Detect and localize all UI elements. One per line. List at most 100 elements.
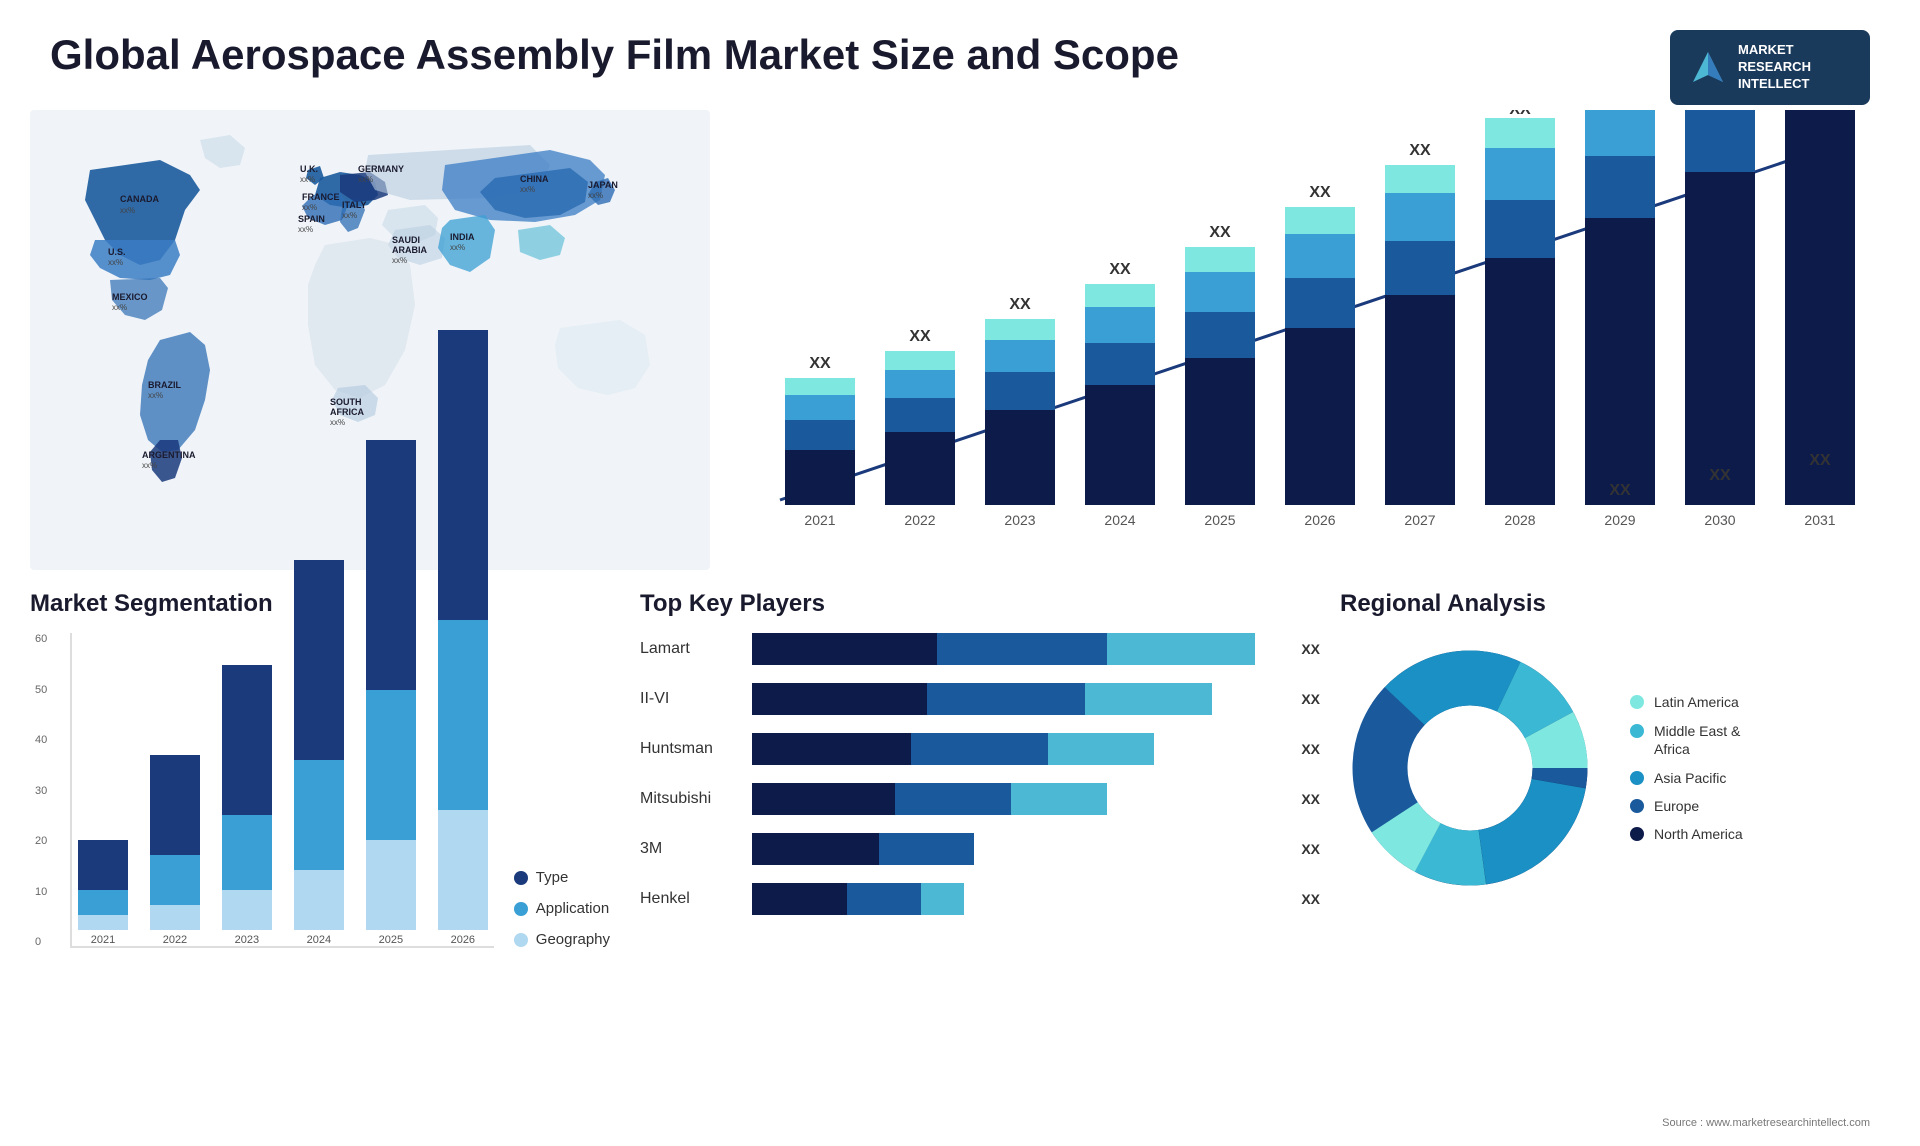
donut-center <box>1408 706 1532 830</box>
svg-text:XX: XX <box>1809 452 1831 469</box>
svg-text:XX: XX <box>1609 482 1631 499</box>
legend-application: Application <box>514 900 610 917</box>
player-lamart-value: XX <box>1301 641 1320 657</box>
svg-text:xx%: xx% <box>450 243 465 252</box>
svg-text:xx%: xx% <box>392 256 407 265</box>
brazil-label: BRAZIL <box>148 380 181 390</box>
player-iivi-name: II-VI <box>640 690 740 708</box>
player-lamart-name: Lamart <box>640 640 740 658</box>
page-title: Global Aerospace Assembly Film Market Si… <box>50 30 1179 80</box>
seg-bar-2021-geo <box>78 915 128 930</box>
regional-title: Regional Analysis <box>1340 590 1890 618</box>
svg-text:XX: XX <box>809 355 831 372</box>
segmentation-section: Market Segmentation 0 10 20 30 40 50 60 <box>30 590 610 1070</box>
player-henkel: Henkel XX <box>640 883 1320 915</box>
regional-legend: Latin America Middle East & Africa Asia … <box>1630 694 1743 842</box>
middle-east-africa-label: Middle East & Africa <box>1654 722 1740 758</box>
legend-geography: Geography <box>514 931 610 948</box>
bar-2027: XX 2027 <box>1385 142 1455 528</box>
bar-2030: 2030 <box>1685 110 1755 528</box>
svg-text:xx%: xx% <box>112 303 127 312</box>
logo-text: MARKET RESEARCH INTELLECT <box>1738 42 1811 93</box>
svg-text:XX: XX <box>909 328 931 345</box>
player-3m-bar <box>752 833 1281 865</box>
player-lamart-bar <box>752 633 1281 665</box>
north-america-label: North America <box>1654 826 1743 842</box>
south-africa-label: SOUTH <box>330 397 362 407</box>
mexico-label: MEXICO <box>112 292 148 302</box>
bar-2021: XX 2021 <box>785 355 855 528</box>
legend-application-label: Application <box>536 900 609 917</box>
player-huntsman: Huntsman XX <box>640 733 1320 765</box>
legend-north-america: North America <box>1630 826 1743 842</box>
svg-text:xx%: xx% <box>148 391 163 400</box>
svg-text:xx%: xx% <box>358 175 373 184</box>
italy-label: ITALY <box>342 200 367 210</box>
china-label: CHINA <box>520 174 549 184</box>
europe-label: Europe <box>1654 798 1699 814</box>
legend-geography-label: Geography <box>536 931 610 948</box>
bar-2024: XX 2024 <box>1085 261 1155 528</box>
bar-2028: XX 2028 <box>1485 110 1555 528</box>
svg-text:2023: 2023 <box>1004 512 1035 528</box>
svg-text:XX: XX <box>1209 224 1231 241</box>
logo-icon <box>1688 47 1728 87</box>
segmentation-legend: Type Application Geography <box>514 869 610 973</box>
us-label: U.S. <box>108 247 126 257</box>
seg-year-2021: 2021 <box>91 934 115 946</box>
legend-middle-east-africa: Middle East & Africa <box>1630 722 1743 758</box>
bar-2022: XX 2022 <box>885 328 955 528</box>
svg-text:xx%: xx% <box>120 206 135 215</box>
logo: MARKET RESEARCH INTELLECT <box>1670 30 1870 105</box>
legend-type: Type <box>514 869 610 886</box>
svg-text:2028: 2028 <box>1504 512 1535 528</box>
svg-text:xx%: xx% <box>298 225 313 234</box>
player-huntsman-name: Huntsman <box>640 740 740 758</box>
svg-text:2026: 2026 <box>1304 512 1335 528</box>
player-huntsman-bar <box>752 733 1281 765</box>
saudi-label: SAUDI <box>392 235 420 245</box>
geography-dot <box>514 933 528 947</box>
svg-text:XX: XX <box>1109 261 1131 278</box>
legend-asia-pacific: Asia Pacific <box>1630 770 1743 786</box>
application-dot <box>514 902 528 916</box>
svg-text:2029: 2029 <box>1604 512 1635 528</box>
player-iivi-value: XX <box>1301 691 1320 707</box>
svg-text:xx%: xx% <box>520 185 535 194</box>
svg-text:XX: XX <box>1709 467 1731 484</box>
svg-text:xx%: xx% <box>142 461 157 470</box>
svg-text:XX: XX <box>1009 296 1031 313</box>
bar-chart-svg: XX 2021 XX 2022 XX 2023 XX 20 <box>730 110 1870 550</box>
svg-text:2022: 2022 <box>904 512 935 528</box>
bar-2023: XX 2023 <box>985 296 1055 528</box>
svg-text:XX: XX <box>1409 142 1431 159</box>
japan-label: JAPAN <box>588 180 618 190</box>
canada-label: CANADA <box>120 194 159 204</box>
svg-text:xx%: xx% <box>330 418 345 427</box>
type-dot <box>514 871 528 885</box>
argentina-label: ARGENTINA <box>142 450 196 460</box>
uk-label: U.K. <box>300 164 318 174</box>
seg-bar-2021-type <box>78 840 128 890</box>
player-iivi-bar <box>752 683 1281 715</box>
svg-text:2025: 2025 <box>1204 512 1235 528</box>
latin-america-dot <box>1630 695 1644 709</box>
svg-text:2030: 2030 <box>1704 512 1735 528</box>
legend-europe: Europe <box>1630 798 1743 814</box>
player-3m-name: 3M <box>640 840 740 858</box>
player-lamart: Lamart XX <box>640 633 1320 665</box>
asia-pacific-dot <box>1630 771 1644 785</box>
middle-east-africa-dot <box>1630 724 1644 738</box>
spain-label: SPAIN <box>298 214 325 224</box>
player-mitsubishi-name: Mitsubishi <box>640 790 740 808</box>
player-henkel-name: Henkel <box>640 890 740 908</box>
svg-text:2024: 2024 <box>1104 512 1135 528</box>
svg-text:XX: XX <box>1509 110 1531 118</box>
svg-text:2021: 2021 <box>804 512 835 528</box>
seg-bar-2021-app <box>78 890 128 915</box>
latin-america-label: Latin America <box>1654 694 1739 710</box>
svg-text:xx%: xx% <box>342 211 357 220</box>
svg-text:xx%: xx% <box>108 258 123 267</box>
svg-text:2031: 2031 <box>1804 512 1835 528</box>
svg-text:2027: 2027 <box>1404 512 1435 528</box>
